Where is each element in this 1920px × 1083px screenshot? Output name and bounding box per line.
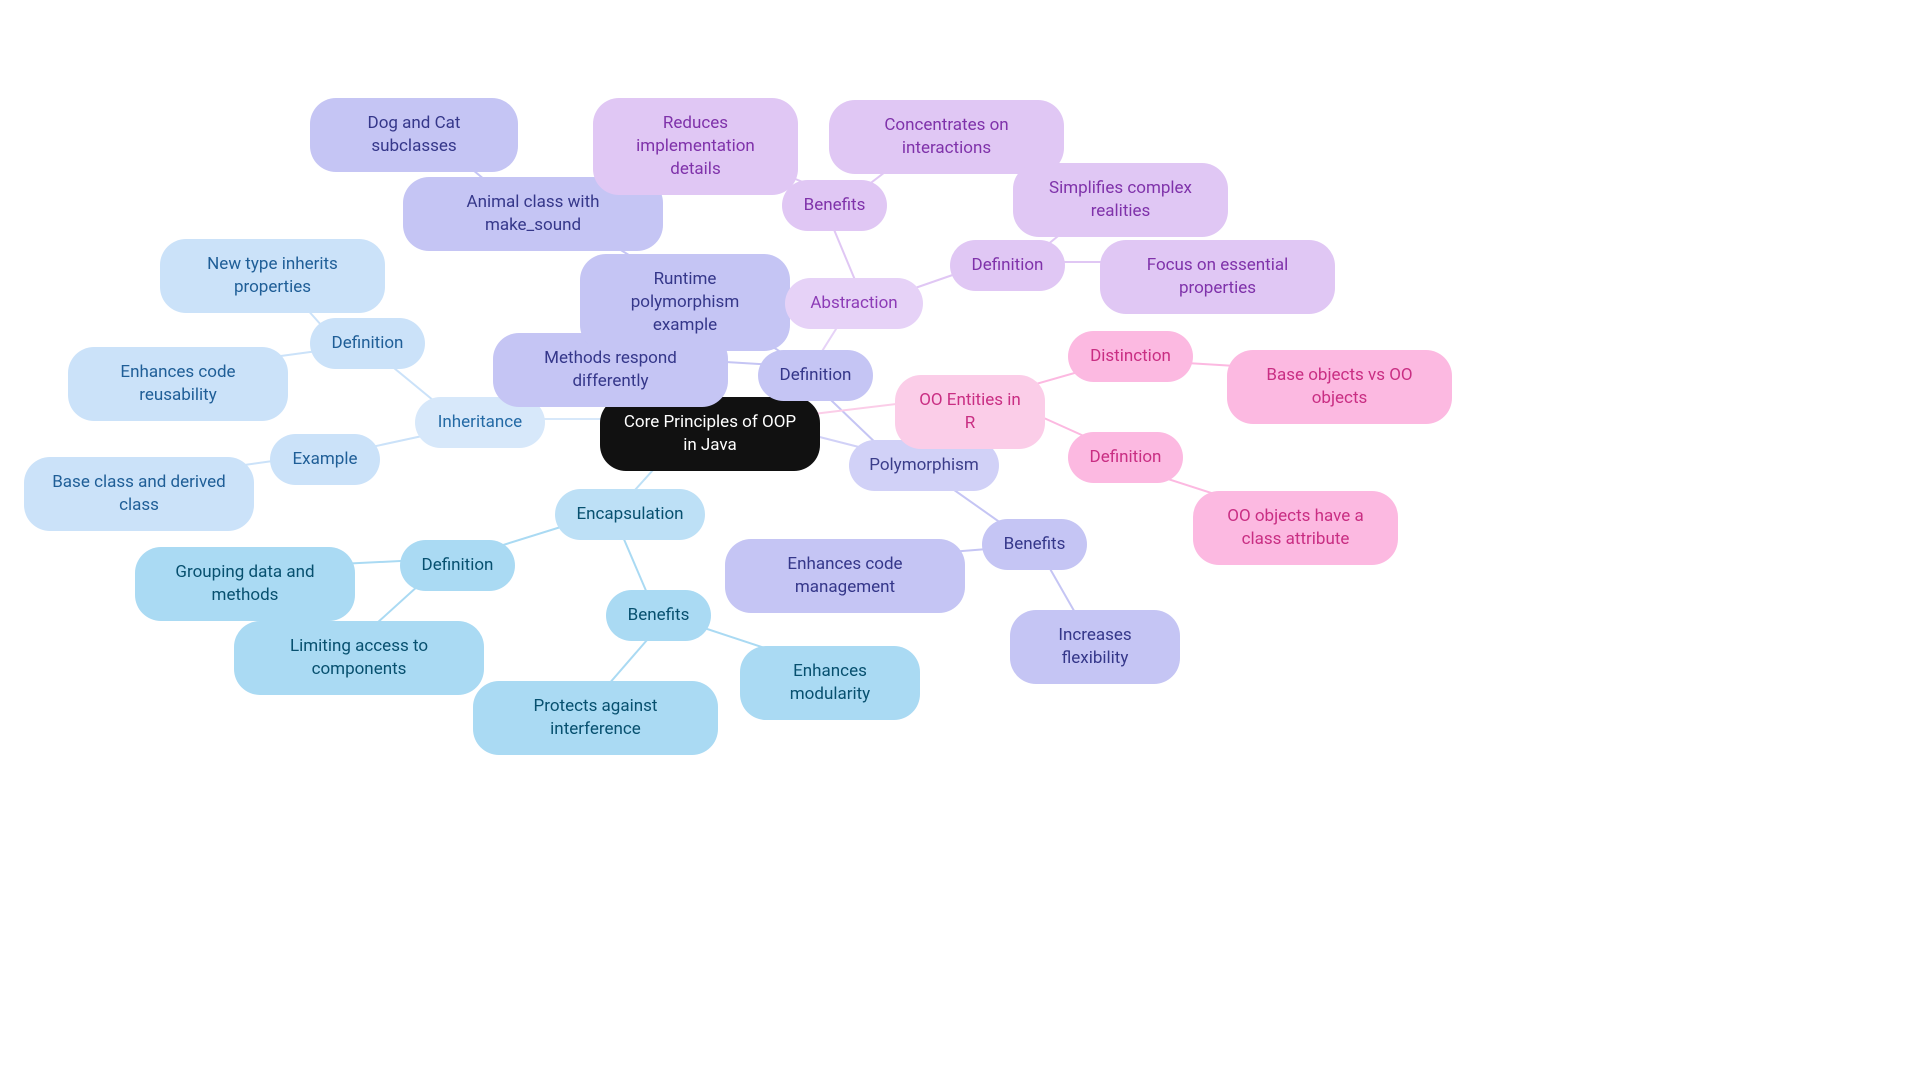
polymorphism-example-node: Runtime polymorphism example [580,254,790,351]
polymorphism-example-b: Dog and Cat subclasses [310,98,518,172]
inheritance-definition-a: New type inherits properties [160,239,385,313]
inheritance-definition-node: Definition [310,318,425,369]
polymorphism-benefits-node: Benefits [982,519,1087,570]
abstraction-benefits-a: Reduces implementation details [593,98,798,195]
abstraction-definition-a: Focus on essential properties [1100,240,1335,314]
polymorphism-benefits-a: Enhances code management [725,539,965,613]
entities-distinction-a: Base objects vs OO objects [1227,350,1452,424]
root-node: Core Principles of OOP in Java [600,397,820,471]
abstraction-benefits-b: Concentrates on interactions [829,100,1064,174]
abstraction-benefits-node: Benefits [782,180,887,231]
inheritance-example-a: Base class and derived class [24,457,254,531]
abstraction-node: Abstraction [785,278,923,329]
entities-distinction-node: Distinction [1068,331,1193,382]
inheritance-definition-b: Enhances code reusability [68,347,288,421]
encapsulation-benefits-b: Enhances modularity [740,646,920,720]
polymorphism-benefits-b: Increases flexibility [1010,610,1180,684]
entities-definition-a: OO objects have a class attribute [1193,491,1398,565]
encapsulation-benefits-a: Protects against interference [473,681,718,755]
encapsulation-definition-a: Grouping data and methods [135,547,355,621]
encapsulation-definition-node: Definition [400,540,515,591]
polymorphism-definition-node: Definition [758,350,873,401]
encapsulation-benefits-node: Benefits [606,590,711,641]
abstraction-definition-b: Simplifies complex realities [1013,163,1228,237]
encapsulation-node: Encapsulation [555,489,705,540]
abstraction-definition-node: Definition [950,240,1065,291]
entities-node: OO Entities in R [895,375,1045,449]
encapsulation-definition-b: Limiting access to components [234,621,484,695]
entities-definition-node: Definition [1068,432,1183,483]
inheritance-example-node: Example [270,434,380,485]
